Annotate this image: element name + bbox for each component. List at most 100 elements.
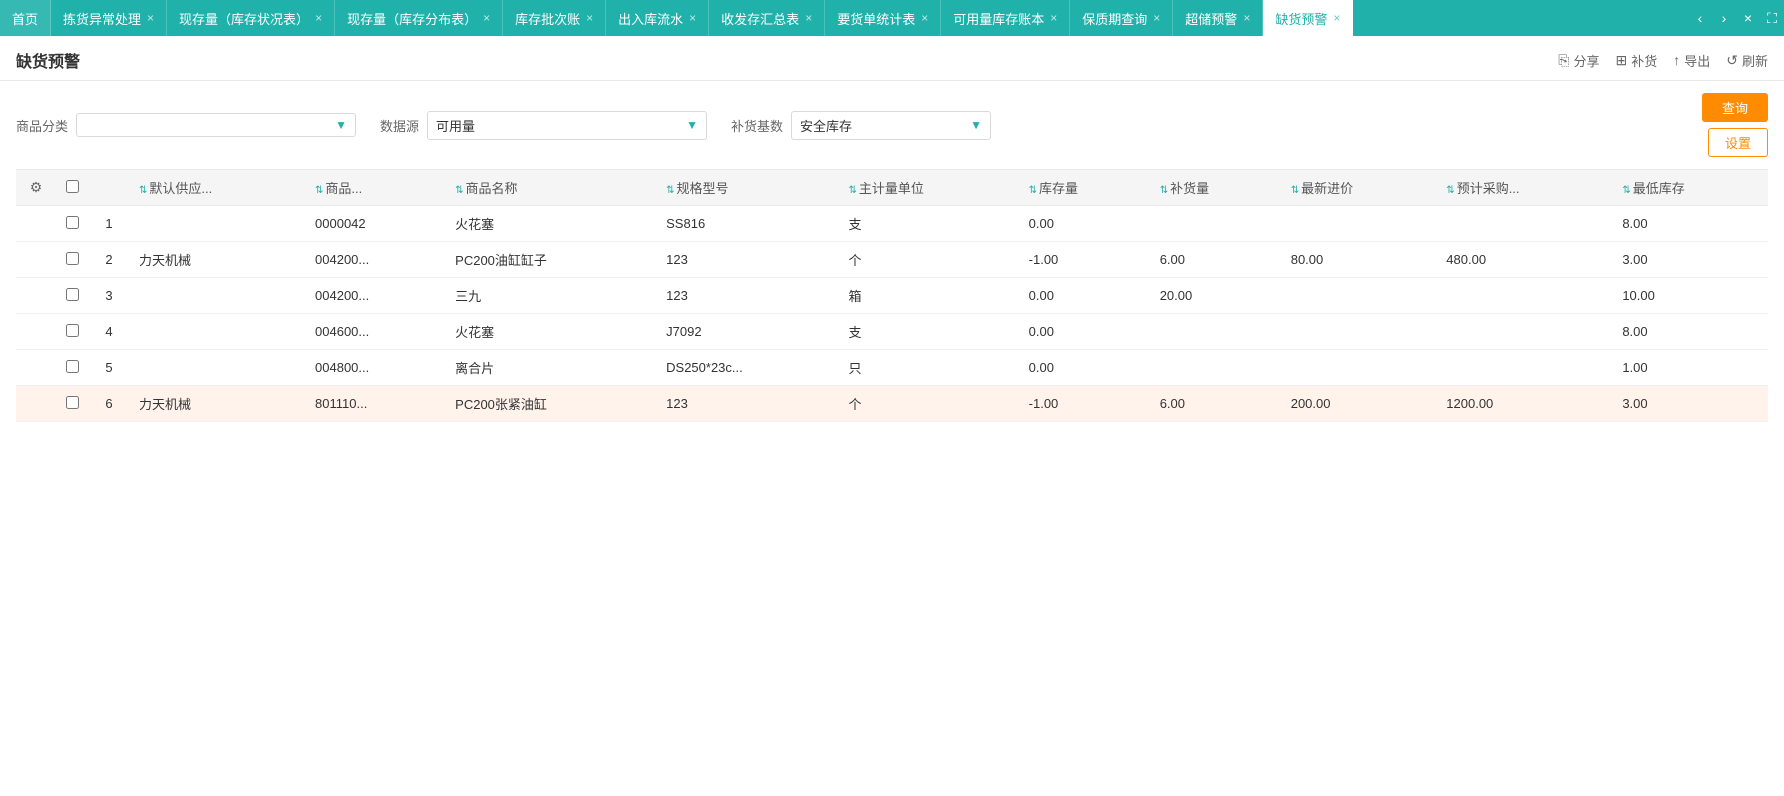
row-checkbox-4[interactable] xyxy=(66,360,79,373)
tab-home[interactable]: 首页 xyxy=(0,0,51,36)
row-min-stock-4: 1.00 xyxy=(1612,350,1768,386)
row-stock-3: 0.00 xyxy=(1019,314,1150,350)
table-container: ⚙ ⇅默认供应... ⇅商品... ⇅商品名称 ⇅规格型号 ⇅主计量单位 ⇅库存… xyxy=(0,169,1784,438)
row-checkbox-2[interactable] xyxy=(66,288,79,301)
row-latest-price-4 xyxy=(1281,350,1437,386)
row-unit-1: 个 xyxy=(839,242,1019,278)
row-min-stock-1: 3.00 xyxy=(1612,242,1768,278)
row-checkbox-5[interactable] xyxy=(66,396,79,409)
row-product-name-5: PC200张紧油缸 xyxy=(445,386,656,422)
row-supplier-4 xyxy=(129,350,305,386)
category-select[interactable]: ▼ xyxy=(76,113,356,137)
tab-close-6[interactable]: × xyxy=(805,11,812,25)
tab-overstock[interactable]: 超储预警 × xyxy=(1173,0,1263,36)
row-spec-3: J7092 xyxy=(656,314,838,350)
datasource-select[interactable]: 可用量 ▼ xyxy=(427,111,707,140)
row-checkbox-0[interactable] xyxy=(66,216,79,229)
tab-available-ledger[interactable]: 可用量库存账本 × xyxy=(941,0,1070,36)
tab-close-9[interactable]: × xyxy=(1153,11,1160,25)
select-all-checkbox[interactable] xyxy=(66,180,79,193)
row-checkbox-1[interactable] xyxy=(66,252,79,265)
sort-min-icon[interactable]: ⇅ xyxy=(1622,185,1630,196)
col-supplier: ⇅默认供应... xyxy=(129,170,305,206)
row-estimated-3 xyxy=(1436,314,1612,350)
query-button[interactable]: 查询 xyxy=(1702,93,1768,122)
tab-shortage[interactable]: 缺货预警 × xyxy=(1263,0,1353,36)
table-row: 2 力天机械 004200... PC200油缸缸子 123 个 -1.00 6… xyxy=(16,242,1768,278)
row-num-0: 1 xyxy=(89,206,129,242)
table-body: 1 0000042 火花塞 SS816 支 0.00 8.00 2 力天机械 0… xyxy=(16,206,1768,422)
row-spec-5: 123 xyxy=(656,386,838,422)
tab-picking-exception[interactable]: 拣货异常处理 × xyxy=(51,0,167,36)
export-btn[interactable]: ↑ 导出 xyxy=(1673,51,1710,70)
category-label: 商品分类 xyxy=(16,116,68,135)
tab-inventory-dist[interactable]: 现存量（库存分布表） × xyxy=(335,0,503,36)
replenish-btn[interactable]: ⊞ 补货 xyxy=(1615,51,1657,70)
filter-datasource-group: 数据源 可用量 ▼ xyxy=(380,111,707,140)
tab-batch-account[interactable]: 库存批次账 × xyxy=(503,0,606,36)
row-product-code-5: 801110... xyxy=(305,386,445,422)
gear-icon[interactable]: ⚙ xyxy=(30,179,43,195)
settings-button[interactable]: 设置 xyxy=(1708,128,1768,157)
row-product-name-0: 火花塞 xyxy=(445,206,656,242)
col-min-stock: ⇅最低库存 xyxy=(1612,170,1768,206)
refresh-icon: ↺ xyxy=(1726,52,1738,69)
share-btn[interactable]: ⎘ 分享 xyxy=(1558,51,1599,70)
sort-supplier-icon[interactable]: ⇅ xyxy=(139,185,147,196)
row-unit-5: 个 xyxy=(839,386,1019,422)
row-product-code-4: 004800... xyxy=(305,350,445,386)
tab-close-7[interactable]: × xyxy=(921,11,928,25)
tab-close-2[interactable]: × xyxy=(315,11,322,25)
sort-spec-icon[interactable]: ⇅ xyxy=(666,185,674,196)
sort-est-icon[interactable]: ⇅ xyxy=(1446,185,1454,196)
row-unit-3: 支 xyxy=(839,314,1019,350)
row-checkbox-3[interactable] xyxy=(66,324,79,337)
tab-shelf-life[interactable]: 保质期查询 × xyxy=(1070,0,1173,36)
tab-close-1[interactable]: × xyxy=(147,11,154,25)
tab-close-8[interactable]: × xyxy=(1050,11,1057,25)
row-stock-1: -1.00 xyxy=(1019,242,1150,278)
col-stock: ⇅库存量 xyxy=(1019,170,1150,206)
tab-bar: 首页 拣货异常处理 × 现存量（库存状况表） × 现存量（库存分布表） × 库存… xyxy=(0,0,1784,36)
replenish-icon: ⊞ xyxy=(1615,52,1627,69)
tab-maximize-btn[interactable]: ⛶ xyxy=(1760,0,1784,36)
tab-close-3[interactable]: × xyxy=(483,11,490,25)
sort-replenish-icon[interactable]: ⇅ xyxy=(1160,185,1168,196)
sort-code-icon[interactable]: ⇅ xyxy=(315,185,323,196)
tab-inout-flow[interactable]: 出入库流水 × xyxy=(606,0,709,36)
sort-unit-icon[interactable]: ⇅ xyxy=(849,185,857,196)
filter-replenish-base-group: 补货基数 安全库存 ▼ xyxy=(731,111,991,140)
tab-receive-summary[interactable]: 收发存汇总表 × xyxy=(709,0,825,36)
sort-stock-icon[interactable]: ⇅ xyxy=(1029,185,1037,196)
col-latest-price: ⇅最新进价 xyxy=(1281,170,1437,206)
row-checkbox-cell-4 xyxy=(56,350,89,386)
sort-name-icon[interactable]: ⇅ xyxy=(455,185,463,196)
refresh-btn[interactable]: ↺ 刷新 xyxy=(1726,51,1768,70)
row-spec-1: 123 xyxy=(656,242,838,278)
row-product-name-2: 三九 xyxy=(445,278,656,314)
tab-prev-btn[interactable]: ‹ xyxy=(1688,0,1712,36)
sort-price-icon[interactable]: ⇅ xyxy=(1291,185,1299,196)
row-stock-5: -1.00 xyxy=(1019,386,1150,422)
tab-close-10[interactable]: × xyxy=(1243,11,1250,25)
row-replenish-0 xyxy=(1150,206,1281,242)
tab-close-11[interactable]: × xyxy=(1333,11,1340,25)
replenish-base-select[interactable]: 安全库存 ▼ xyxy=(791,111,991,140)
row-checkbox-cell-5 xyxy=(56,386,89,422)
row-product-name-3: 火花塞 xyxy=(445,314,656,350)
page-title: 缺货预警 xyxy=(16,48,80,72)
tab-inventory-status[interactable]: 现存量（库存状况表） × xyxy=(167,0,335,36)
tab-next-btn[interactable]: › xyxy=(1712,0,1736,36)
tab-close-4[interactable]: × xyxy=(586,11,593,25)
tab-purchase-stats[interactable]: 要货单统计表 × xyxy=(825,0,941,36)
row-unit-4: 只 xyxy=(839,350,1019,386)
row-gear-2 xyxy=(16,278,56,314)
table-row: 6 力天机械 801110... PC200张紧油缸 123 个 -1.00 6… xyxy=(16,386,1768,422)
row-latest-price-3 xyxy=(1281,314,1437,350)
tab-close-all-btn[interactable]: × xyxy=(1736,0,1760,36)
tab-close-5[interactable]: × xyxy=(689,11,696,25)
row-latest-price-2 xyxy=(1281,278,1437,314)
row-num-5: 6 xyxy=(89,386,129,422)
row-checkbox-cell-2 xyxy=(56,278,89,314)
row-estimated-2 xyxy=(1436,278,1612,314)
